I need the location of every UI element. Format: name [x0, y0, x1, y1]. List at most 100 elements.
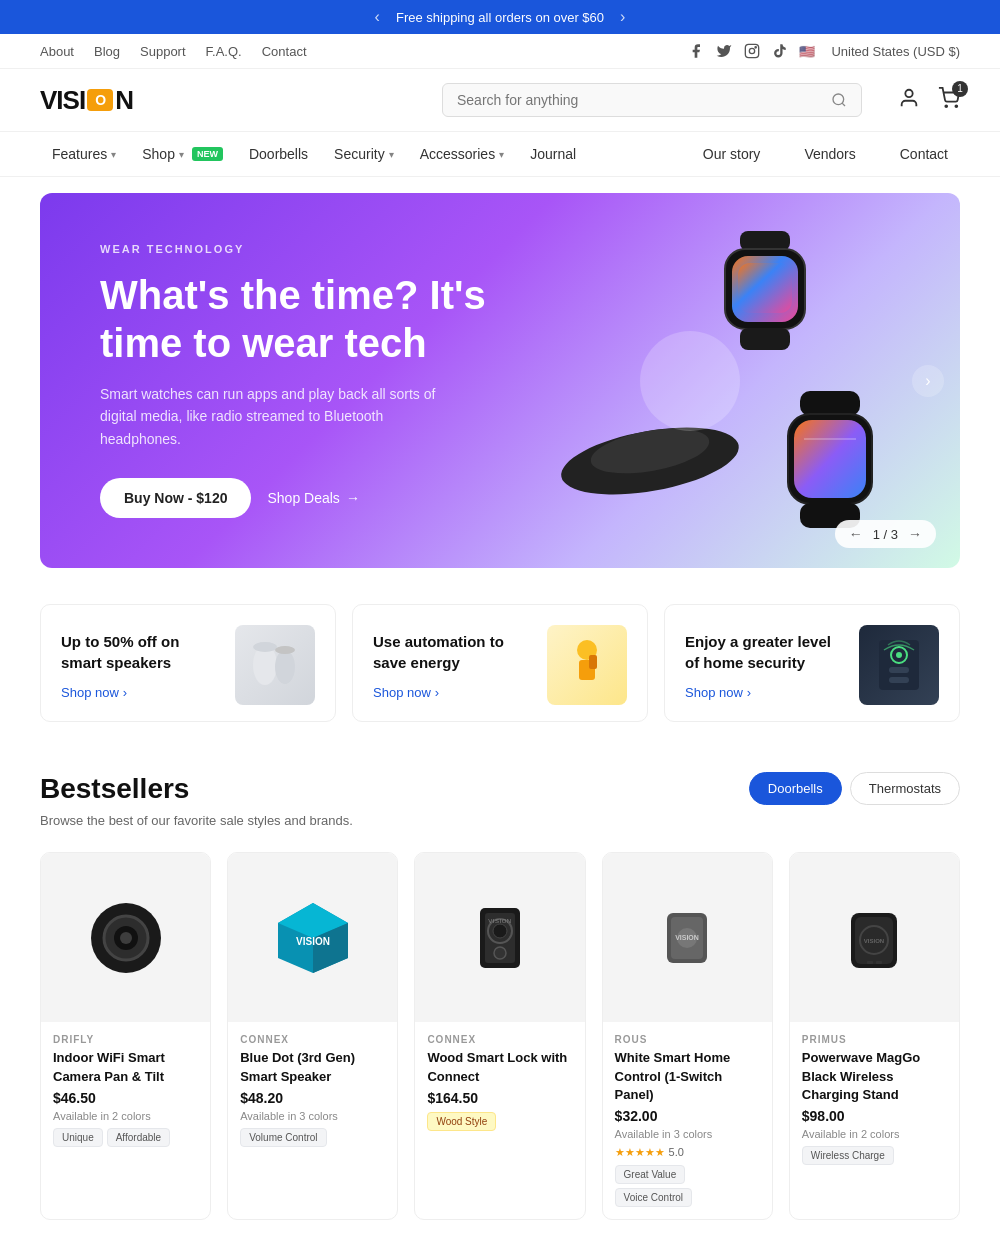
product-brand: PRIMUS	[802, 1034, 947, 1045]
logo[interactable]: VISION	[40, 85, 133, 116]
contact-link[interactable]: Contact	[262, 44, 307, 59]
product-brand: CONNEX	[240, 1034, 385, 1045]
svg-rect-0	[746, 44, 759, 57]
hero-pagination-next[interactable]: →	[908, 526, 922, 542]
product-variant: Available in 3 colors	[240, 1110, 385, 1122]
product-name: Indoor WiFi Smart Camera Pan & Tilt	[53, 1049, 198, 1085]
hero-pagination-text: 1 / 3	[873, 527, 898, 542]
rating-row: ★★★★★ 5.0	[615, 1146, 760, 1159]
product-brand: ROUS	[615, 1034, 760, 1045]
svg-point-47	[494, 947, 506, 959]
svg-rect-14	[738, 263, 792, 313]
hero-pagination: ← 1 / 3 →	[835, 520, 936, 548]
svg-rect-18	[800, 391, 860, 416]
logo-text-2: N	[115, 85, 133, 116]
filter-thermostats[interactable]: Thermostats	[850, 772, 960, 805]
filter-doorbells[interactable]: Doorbells	[749, 772, 842, 805]
product-info-charger: PRIMUS Powerwave MagGo Black Wireless Ch…	[790, 1022, 959, 1177]
promo-security-title: Enjoy a greater level of home security	[685, 631, 845, 673]
product-tag: Voice Control	[615, 1188, 692, 1207]
svg-rect-10	[740, 328, 790, 350]
product-image-camera	[41, 853, 210, 1022]
about-link[interactable]: About	[40, 44, 74, 59]
product-tags: Wood Style	[427, 1112, 572, 1131]
nav-shop[interactable]: Shop ▾ NEW	[130, 132, 235, 176]
features-chevron-icon: ▾	[111, 149, 116, 160]
main-header: VISION 1	[0, 69, 1000, 132]
product-name: Blue Dot (3rd Gen) Smart Speaker	[240, 1049, 385, 1085]
faq-link[interactable]: F.A.Q.	[206, 44, 242, 59]
product-card-charger[interactable]: VISION PRIMUS Powerwave MagGo Black Wire…	[789, 852, 960, 1220]
shop-deals-button[interactable]: Shop Deals →	[267, 490, 359, 506]
nav-accessories[interactable]: Accessories ▾	[408, 132, 516, 176]
announcement-prev[interactable]: ‹	[375, 8, 380, 26]
nav-journal[interactable]: Journal	[518, 132, 588, 176]
support-link[interactable]: Support	[140, 44, 186, 59]
account-button[interactable]	[898, 87, 920, 114]
product-card-speaker[interactable]: VISION CONNEX Blue Dot (3rd Gen) Smart S…	[227, 852, 398, 1220]
svg-point-26	[275, 646, 295, 654]
announcement-next[interactable]: ›	[620, 8, 625, 26]
nav-security[interactable]: Security ▾	[322, 132, 406, 176]
region-selector[interactable]: United States (USD $)	[831, 44, 960, 59]
product-name: White Smart Home Control (1-Switch Panel…	[615, 1049, 760, 1104]
product-image-panel: VISION	[603, 853, 772, 1022]
product-tag: Great Value	[615, 1165, 686, 1184]
logo-square-icon: O	[87, 89, 113, 111]
security-chevron-icon: ▾	[389, 149, 394, 160]
bestsellers-section: Bestsellers Doorbells Thermostats Browse…	[0, 742, 1000, 1248]
promo-speakers-image	[235, 625, 315, 705]
instagram-icon[interactable]	[743, 42, 761, 60]
product-tag-wood: Wood Style	[427, 1112, 496, 1131]
product-tags: Volume Control	[240, 1128, 385, 1147]
primary-nav: Features ▾ Shop ▾ NEW Doorbells Security…	[0, 132, 1000, 177]
search-input[interactable]	[457, 92, 823, 108]
nav-our-story[interactable]: Our story	[691, 132, 773, 176]
hero-title: What's the time? It's time to wear tech	[100, 271, 500, 367]
tiktok-icon[interactable]	[771, 42, 789, 60]
promo-security-link[interactable]: Shop now ›	[685, 685, 845, 700]
svg-rect-29	[589, 655, 597, 669]
svg-point-24	[253, 642, 277, 652]
svg-rect-58	[876, 961, 882, 964]
product-variant: Available in 3 colors	[615, 1128, 760, 1140]
hero-next-arrow[interactable]: ›	[912, 365, 944, 397]
svg-point-5	[945, 105, 947, 107]
cart-badge: 1	[952, 81, 968, 97]
watch-svg	[510, 221, 910, 541]
flag-icon: 🇺🇸	[799, 44, 815, 59]
svg-text:VISION: VISION	[296, 936, 330, 947]
cart-button[interactable]: 1	[938, 87, 960, 114]
product-card-lock[interactable]: VISION CONNEX Wood Smart Lock with Conne…	[414, 852, 585, 1220]
twitter-icon[interactable]	[715, 42, 733, 60]
nav-vendors[interactable]: Vendors	[792, 132, 867, 176]
hero-pagination-prev[interactable]: ←	[849, 526, 863, 542]
facebook-icon[interactable]	[687, 42, 705, 60]
hero-section: WEAR TECHNOLOGY What's the time? It's ti…	[40, 193, 960, 568]
nav-features[interactable]: Features ▾	[40, 132, 128, 176]
product-tag: Volume Control	[240, 1128, 326, 1147]
svg-point-46	[493, 924, 507, 938]
shop-chevron-icon: ▾	[179, 149, 184, 160]
product-info-lock: CONNEX Wood Smart Lock with Connect $164…	[415, 1022, 584, 1142]
promo-speakers-link[interactable]: Shop now ›	[61, 685, 221, 700]
svg-point-25	[275, 650, 295, 684]
svg-text:VISION: VISION	[675, 934, 699, 941]
buy-now-button[interactable]: Buy Now - $120	[100, 478, 251, 518]
product-card-camera[interactable]: DRIFLY Indoor WiFi Smart Camera Pan & Ti…	[40, 852, 211, 1220]
product-image-speaker: VISION	[228, 853, 397, 1022]
nav-doorbells[interactable]: Doorbells	[237, 132, 320, 176]
promo-energy-link[interactable]: Shop now ›	[373, 685, 533, 700]
arrow-icon: ›	[123, 685, 127, 700]
blog-link[interactable]: Blog	[94, 44, 120, 59]
promo-security-image	[859, 625, 939, 705]
search-bar[interactable]	[442, 83, 862, 117]
product-tag: Unique	[53, 1128, 103, 1147]
bestsellers-title: Bestsellers	[40, 773, 189, 805]
product-card-panel[interactable]: VISION ROUS White Smart Home Control (1-…	[602, 852, 773, 1220]
promo-card-speakers: Up to 50% off on smart speakers Shop now…	[40, 604, 336, 722]
arrow-icon: ›	[747, 685, 751, 700]
svg-rect-57	[867, 961, 873, 964]
nav-contact[interactable]: Contact	[888, 132, 960, 176]
product-info-panel: ROUS White Smart Home Control (1-Switch …	[603, 1022, 772, 1219]
